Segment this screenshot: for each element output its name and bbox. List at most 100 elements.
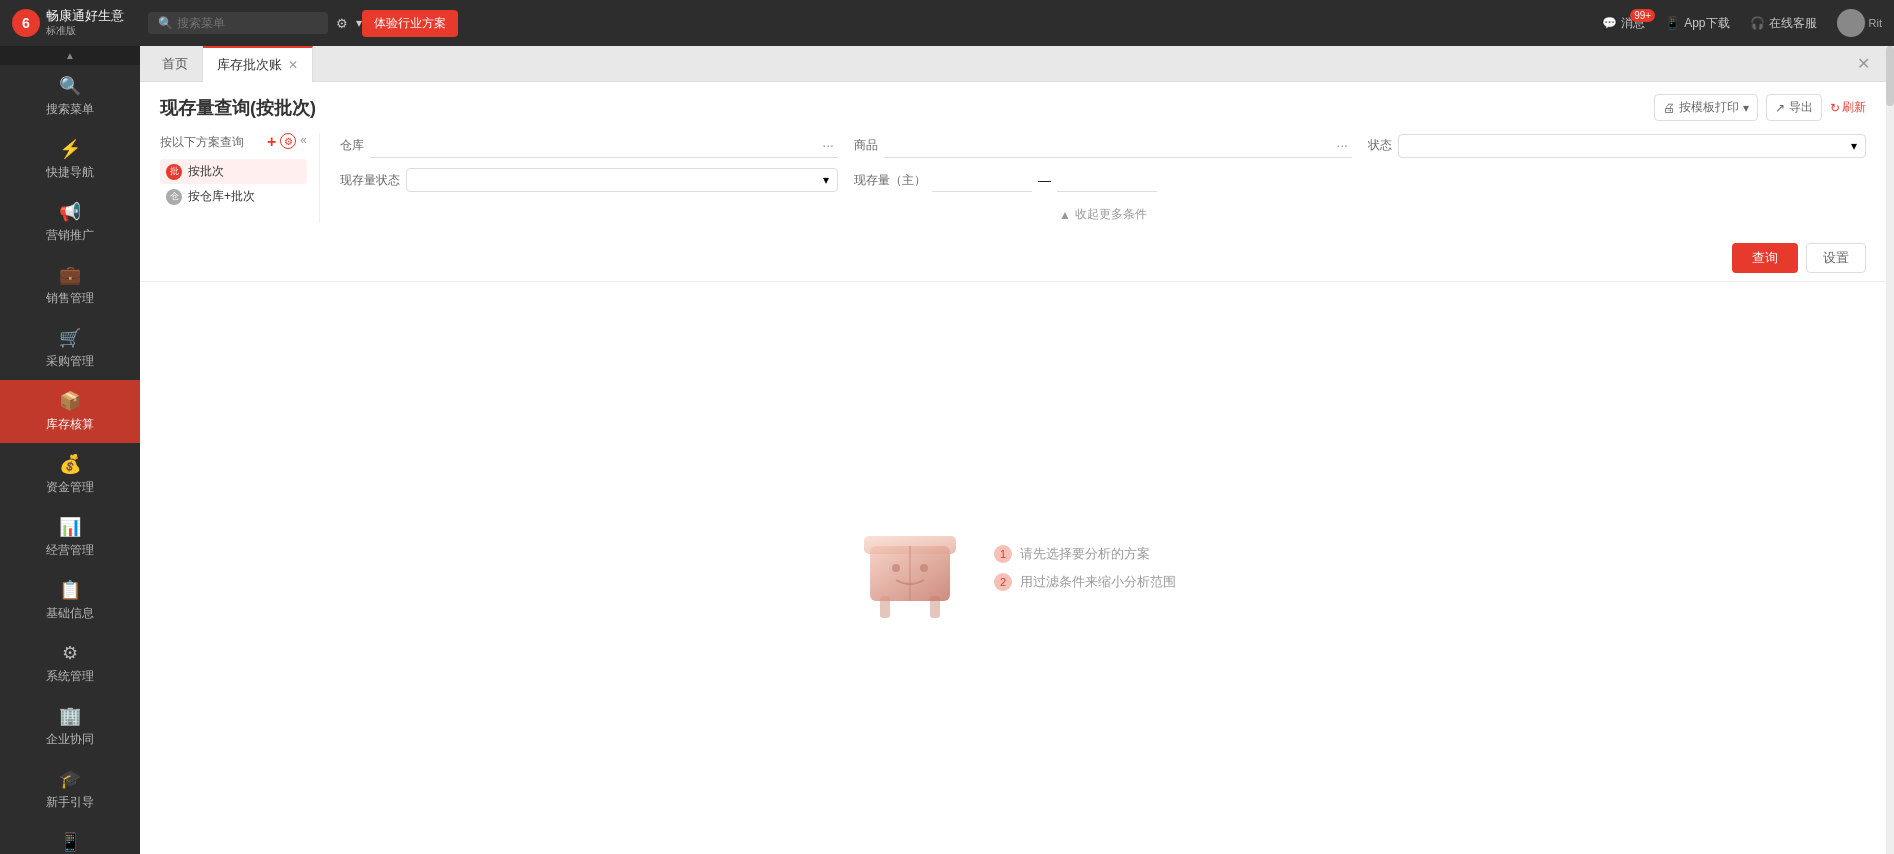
- refresh-button[interactable]: ↻ 刷新: [1830, 99, 1866, 116]
- empty-tip-1: 1 请先选择要分析的方案: [994, 545, 1176, 563]
- user-name: Rit: [1869, 17, 1882, 29]
- add-scheme-icon[interactable]: +: [267, 133, 276, 151]
- filter-status: 状态 ▾: [1368, 134, 1866, 158]
- sidebar-item-purchase[interactable]: 🛒 采购管理: [0, 317, 140, 380]
- tip-num-2: 2: [994, 573, 1012, 591]
- refresh-label: 刷新: [1842, 99, 1866, 116]
- messages-badge: 99+: [1630, 9, 1655, 22]
- tab-home-label: 首页: [162, 55, 188, 73]
- sidebar-item-sales[interactable]: 💼 销售管理: [0, 254, 140, 317]
- user-avatar-action[interactable]: Rit: [1837, 9, 1882, 37]
- app-center-icon: 📱: [59, 831, 81, 853]
- stock-status-select[interactable]: ▾: [406, 168, 838, 192]
- stock-amount-min[interactable]: [932, 169, 1032, 192]
- export-label: 导出: [1789, 99, 1813, 116]
- filter-stock-amount: 现存量（主） —: [854, 169, 1352, 192]
- sidebar-item-quick-nav[interactable]: ⚡ 快捷导航: [0, 128, 140, 191]
- message-icon: 💬: [1602, 16, 1617, 30]
- search-input[interactable]: [177, 16, 317, 30]
- sidebar-scroll-up[interactable]: ▲: [0, 46, 140, 65]
- warehouse-input[interactable]: ···: [370, 133, 838, 158]
- stock-status-label: 现存量状态: [340, 172, 400, 189]
- tab-inventory-batch[interactable]: 库存批次账 ✕: [203, 46, 313, 82]
- trial-button[interactable]: 体验行业方案: [362, 10, 458, 37]
- svg-point-6: [920, 564, 928, 572]
- app-version: 标准版: [46, 24, 124, 38]
- goods-label: 商品: [854, 137, 878, 154]
- query-button[interactable]: 查询: [1732, 243, 1798, 273]
- goods-dots-icon[interactable]: ···: [1336, 137, 1348, 153]
- sidebar-item-app-center[interactable]: 📱 应用中心: [0, 821, 140, 854]
- export-button[interactable]: ↗ 导出: [1766, 94, 1822, 121]
- tab-inventory-batch-label: 库存批次账: [217, 56, 282, 74]
- main-layout: ▲ 🔍 搜索菜单 ⚡ 快捷导航 📢 营销推广 💼 销售管理 🛒 采购管理 📦 库…: [0, 46, 1894, 854]
- basics-icon: 📋: [59, 579, 81, 601]
- enterprise-icon: 🏢: [59, 705, 81, 727]
- settings-button[interactable]: 设置: [1806, 243, 1866, 273]
- filter-scheme-title: 按以下方案查询 + ⚙ «: [160, 133, 307, 151]
- operations-icon: 📊: [59, 516, 81, 538]
- sidebar-item-basics[interactable]: 📋 基础信息: [0, 569, 140, 632]
- messages-action[interactable]: 💬 消息 99+: [1602, 15, 1645, 32]
- tab-home[interactable]: 首页: [148, 46, 203, 82]
- scheme-collapse-icon[interactable]: «: [300, 133, 307, 151]
- sidebar-item-search[interactable]: 🔍 搜索菜单: [0, 65, 140, 128]
- sidebar-item-newbie[interactable]: 🎓 新手引导: [0, 758, 140, 821]
- stock-amount-max[interactable]: [1057, 169, 1157, 192]
- scheme-item-batch[interactable]: 批 按批次: [160, 159, 307, 184]
- headset-icon: 🎧: [1750, 16, 1765, 30]
- stock-status-dropdown-icon: ▾: [823, 173, 829, 187]
- scheme-item-warehouse-batch[interactable]: 仓 按仓库+批次: [160, 184, 307, 209]
- online-service-action[interactable]: 🎧 在线客服: [1750, 15, 1817, 32]
- collapse-up-icon: ▲: [1059, 208, 1071, 222]
- empty-svg: [850, 508, 970, 628]
- sidebar-item-inventory[interactable]: 📦 库存核算: [0, 380, 140, 443]
- sidebar: ▲ 🔍 搜索菜单 ⚡ 快捷导航 📢 营销推广 💼 销售管理 🛒 采购管理 📦 库…: [0, 46, 140, 854]
- scroll-thumb[interactable]: [1886, 46, 1894, 106]
- page-title: 现存量查询(按批次): [160, 96, 316, 120]
- empty-illustration: [850, 508, 970, 628]
- filter-layout: 按以下方案查询 + ⚙ « 批 按批次 仓 按仓库+批次: [160, 133, 1866, 223]
- sidebar-item-label: 经营管理: [46, 542, 94, 559]
- tab-close-icon[interactable]: ✕: [288, 58, 298, 72]
- sidebar-item-label: 库存核算: [46, 416, 94, 433]
- app-download-action[interactable]: 📱 App下载: [1665, 15, 1729, 32]
- search-box[interactable]: 🔍: [148, 12, 328, 34]
- online-service-label: 在线客服: [1769, 15, 1817, 32]
- goods-input[interactable]: ···: [884, 133, 1352, 158]
- page-header-actions: 🖨 按模板打印 ▾ ↗ 导出 ↻ 刷新: [1654, 94, 1866, 121]
- status-select[interactable]: ▾: [1398, 134, 1866, 158]
- scheme-warehouse-batch-icon: 仓: [166, 189, 182, 205]
- sidebar-item-system[interactable]: ⚙ 系统管理: [0, 632, 140, 695]
- sidebar-item-marketing[interactable]: 📢 营销推广: [0, 191, 140, 254]
- scheme-batch-label: 按批次: [188, 163, 224, 180]
- finance-icon: 💰: [59, 453, 81, 475]
- sidebar-item-finance[interactable]: 💰 资金管理: [0, 443, 140, 506]
- scroll-track[interactable]: [1886, 46, 1894, 854]
- refresh-icon: ↻: [1830, 101, 1840, 115]
- content-area: 首页 库存批次账 ✕ ✕ 现存量查询(按批次) 🖨 按模板打印 ▾ ↗ 导出: [140, 46, 1886, 854]
- warehouse-label: 仓库: [340, 137, 364, 154]
- app-logo: 6 畅康通好生意 标准版: [12, 8, 124, 38]
- sidebar-item-label: 采购管理: [46, 353, 94, 370]
- sidebar-item-label: 快捷导航: [46, 164, 94, 181]
- search-icon: 🔍: [158, 16, 173, 30]
- filter-collapse-btn[interactable]: ▲ 收起更多条件: [340, 202, 1866, 223]
- sidebar-item-operations[interactable]: 📊 经营管理: [0, 506, 140, 569]
- print-dropdown-icon[interactable]: ▾: [1743, 101, 1749, 115]
- gear-icon[interactable]: ⚙: [336, 16, 348, 31]
- scheme-settings-icon[interactable]: ⚙: [280, 133, 296, 149]
- page-close-button[interactable]: ✕: [1849, 54, 1878, 73]
- sidebar-item-label: 营销推广: [46, 227, 94, 244]
- warehouse-dots-icon[interactable]: ···: [822, 137, 834, 153]
- print-icon: 🖨: [1663, 101, 1675, 115]
- filter-scheme-title-text: 按以下方案查询: [160, 134, 244, 151]
- stock-amount-range: —: [932, 169, 1352, 192]
- scheme-batch-icon: 批: [166, 164, 182, 180]
- top-bar: 6 畅康通好生意 标准版 🔍 ⚙ ▾ 体验行业方案 💬 消息 99+ 📱 App…: [0, 0, 1894, 46]
- sidebar-item-enterprise[interactable]: 🏢 企业协同: [0, 695, 140, 758]
- top-bar-mid: 🔍 ⚙ ▾: [148, 12, 362, 34]
- print-button[interactable]: 🖨 按模板打印 ▾: [1654, 94, 1758, 121]
- tip-num-1: 1: [994, 545, 1012, 563]
- filter-warehouse: 仓库 ···: [340, 133, 838, 158]
